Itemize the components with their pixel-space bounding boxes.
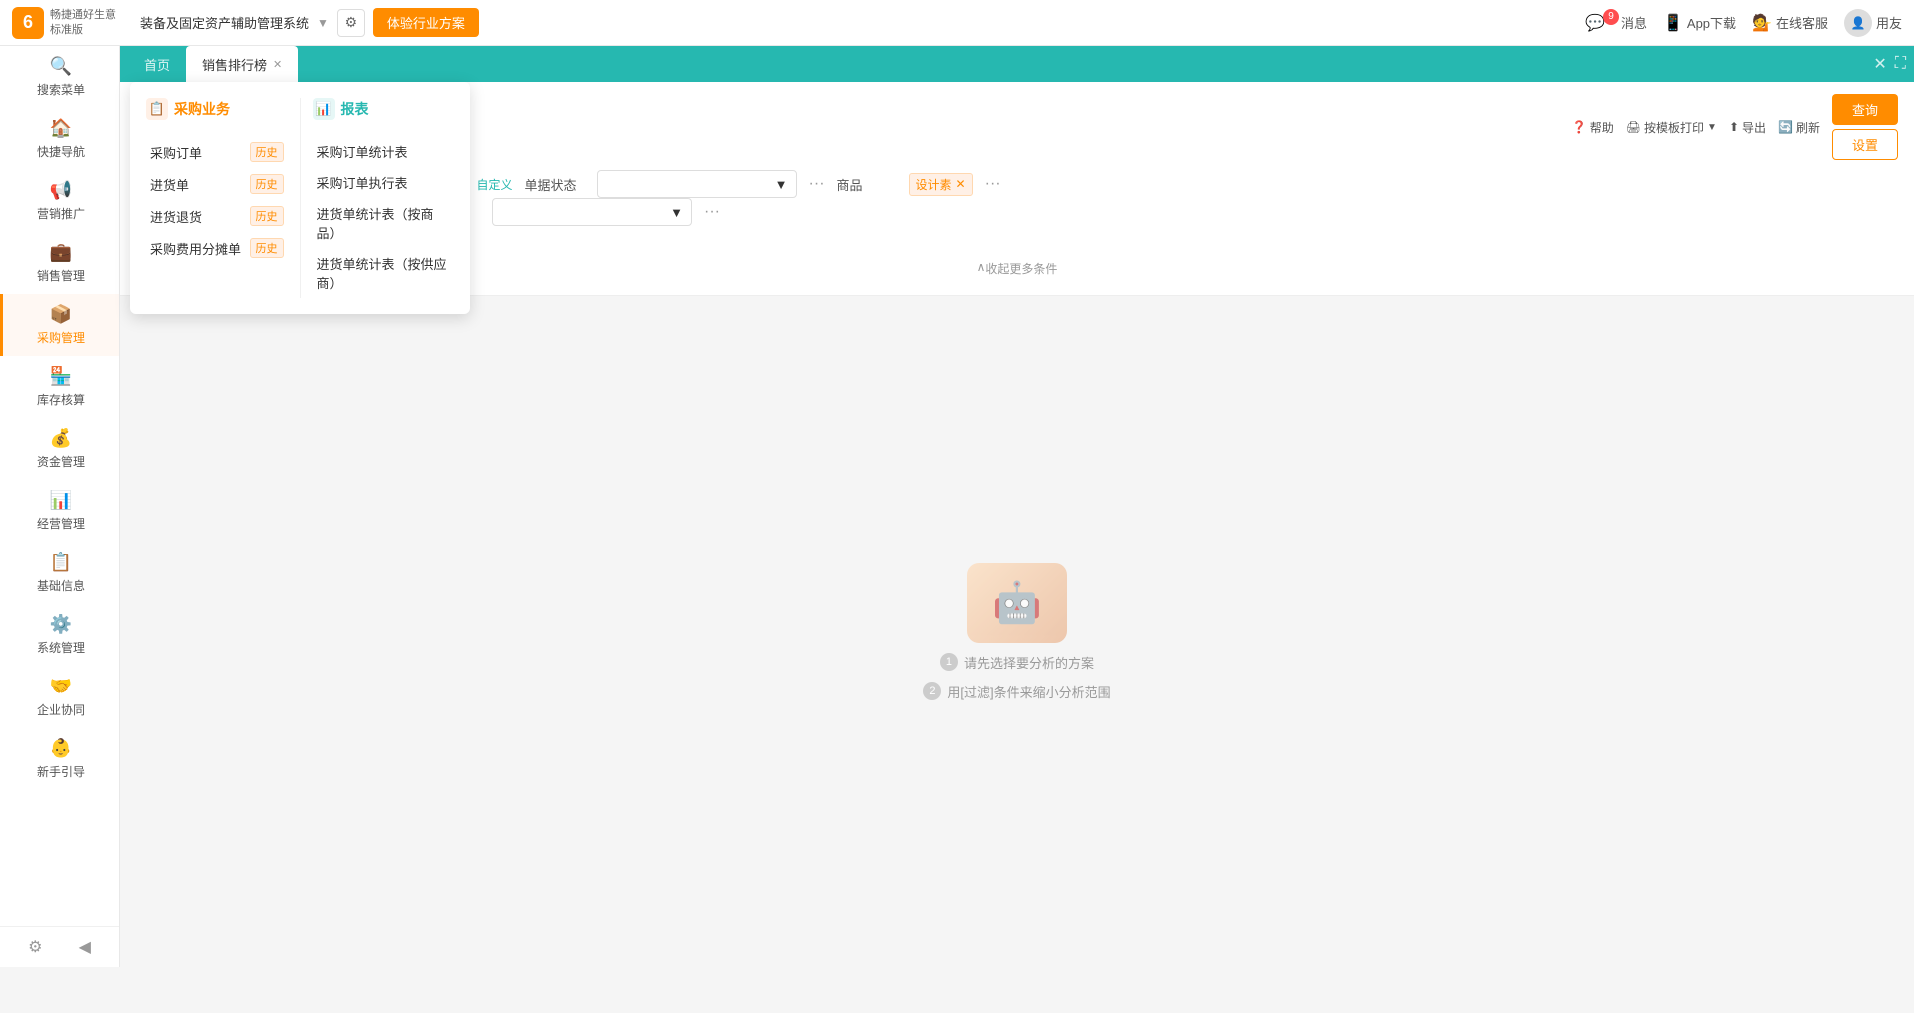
finance-icon: 💰 bbox=[50, 428, 72, 449]
custom-link[interactable]: 自定义 bbox=[477, 176, 513, 193]
refresh-icon: 🔄 bbox=[1778, 120, 1793, 134]
tab-close-icon[interactable]: ✕ bbox=[273, 58, 282, 71]
industry-button[interactable]: 体验行业方案 bbox=[373, 8, 479, 37]
purchase-dropdown-menu: 📋 采购业务 采购订单 历史 进货单 历史 进货退货 历史 采购费用分摊单 历史 bbox=[130, 82, 470, 314]
sidebar-item-guide[interactable]: 👶 新手引导 bbox=[0, 728, 119, 790]
window-close-icon[interactable]: ✕ bbox=[1873, 54, 1886, 74]
empty-hint-1: 1 请先选择要分析的方案 bbox=[940, 653, 1094, 672]
sales-icon: 💼 bbox=[50, 242, 72, 263]
query-button[interactable]: 查询 bbox=[1832, 94, 1898, 125]
dropdown-item-purchase-order[interactable]: 采购订单 历史 bbox=[146, 136, 288, 168]
dropdown-item-purchase-cost[interactable]: 采购费用分摊单 历史 bbox=[146, 232, 288, 264]
inventory-icon: 🏪 bbox=[50, 366, 72, 387]
sidebar-item-basic[interactable]: 📋 基础信息 bbox=[0, 542, 119, 604]
app-download-button[interactable]: 📱 App下载 bbox=[1663, 13, 1736, 33]
sidebar-item-search[interactable]: 🔍 搜索菜单 bbox=[0, 46, 119, 108]
dropdown-item-order-exec[interactable]: 采购订单执行表 bbox=[313, 167, 455, 198]
operation-icon: 📊 bbox=[50, 490, 72, 511]
print-icon: 🖨 bbox=[1626, 120, 1641, 134]
salesman-select[interactable]: ▼ bbox=[492, 198, 692, 226]
top-header: 6 畅捷通好生意 标准版 装备及固定资产辅助管理系统 ▼ ⚙ 体验行业方案 💬 … bbox=[0, 0, 1914, 46]
cooperation-icon: 🤝 bbox=[50, 676, 72, 697]
user-menu-button[interactable]: 👤 用友 bbox=[1844, 9, 1902, 37]
dropdown-divider bbox=[300, 98, 301, 298]
doc-status-select[interactable]: ▼ bbox=[597, 170, 797, 198]
window-maximize-icon[interactable]: ⛶ bbox=[1895, 55, 1906, 73]
tab-sales-rank[interactable]: 销售排行榜 ✕ bbox=[186, 46, 298, 82]
guide-icon: 👶 bbox=[50, 738, 72, 759]
sidebar-item-marketing[interactable]: 📢 营销推广 bbox=[0, 170, 119, 232]
logo-icon: 6 bbox=[12, 7, 44, 39]
sidebar-item-cooperation[interactable]: 🤝 企业协同 bbox=[0, 666, 119, 728]
home-icon: 🏠 bbox=[50, 118, 72, 139]
select-arrow-icon: ▼ bbox=[775, 177, 788, 192]
dropdown-arrow-icon[interactable]: ▼ bbox=[317, 16, 329, 30]
dropdown-item-order-stats[interactable]: 采购订单统计表 bbox=[313, 136, 455, 167]
purchase-col-icon: 📋 bbox=[146, 98, 168, 120]
sidebar-item-quick-nav[interactable]: 🏠 快捷导航 bbox=[0, 108, 119, 170]
dropdown-col-purchase: 📋 采购业务 采购订单 历史 进货单 历史 进货退货 历史 采购费用分摊单 历史 bbox=[146, 98, 288, 298]
goods-tag-close-icon[interactable]: ✕ bbox=[956, 177, 966, 191]
logo-text: 畅捷通好生意 标准版 bbox=[50, 8, 116, 37]
system-icon: ⚙️ bbox=[50, 614, 72, 635]
goods-label: 商品 bbox=[837, 175, 897, 194]
search-icon: 🔍 bbox=[50, 56, 72, 77]
sidebar-item-operation[interactable]: 📊 经营管理 bbox=[0, 480, 119, 542]
dropdown-col-report-header: 📊 报表 bbox=[313, 98, 455, 126]
sidebar-item-sales[interactable]: 💼 销售管理 bbox=[0, 232, 119, 294]
salesman-arrow-icon: ▼ bbox=[670, 205, 683, 220]
print-button[interactable]: 🖨 按模板打印 ▼ bbox=[1626, 119, 1717, 136]
sidebar-settings-icon[interactable]: ⚙ bbox=[28, 937, 42, 957]
logo-area: 6 畅捷通好生意 标准版 bbox=[12, 7, 132, 39]
help-icon: ❓ bbox=[1572, 120, 1587, 134]
goods-tag: 设计素 ✕ bbox=[909, 173, 973, 196]
hist-badge-return: 历史 bbox=[250, 206, 284, 226]
basic-icon: 📋 bbox=[50, 552, 72, 573]
empty-illustration: 🤖 bbox=[967, 563, 1067, 643]
sidebar-collapse-icon[interactable]: ◀ bbox=[79, 937, 91, 957]
hist-badge-purchase-order: 历史 bbox=[250, 142, 284, 162]
sidebar: 🔍 搜索菜单 🏠 快捷导航 📢 营销推广 💼 销售管理 📦 采购管理 🏪 库存核… bbox=[0, 46, 120, 967]
empty-state: 🤖 1 请先选择要分析的方案 2 用[过滤]条件来缩小分析范围 bbox=[120, 296, 1914, 967]
sidebar-item-purchase[interactable]: 📦 采购管理 bbox=[0, 294, 119, 356]
dropdown-col-purchase-header: 📋 采购业务 bbox=[146, 98, 288, 126]
salesman-more-icon[interactable]: ··· bbox=[704, 203, 720, 221]
goods-more-icon[interactable]: ··· bbox=[985, 175, 1001, 193]
doc-status-more-icon[interactable]: ··· bbox=[809, 175, 825, 193]
collapse-icon: ∧ bbox=[977, 260, 986, 277]
header-middle: 装备及固定资产辅助管理系统 ▼ ⚙ 体验行业方案 bbox=[132, 8, 1585, 37]
messages-button[interactable]: 💬 9 消息 bbox=[1585, 13, 1647, 33]
tab-bar: 首页 销售排行榜 ✕ ✕ ⛶ bbox=[120, 46, 1914, 82]
dropdown-item-receipt-stats-supplier[interactable]: 进货单统计表（按供应商） bbox=[313, 248, 455, 298]
marketing-icon: 📢 bbox=[50, 180, 72, 201]
dropdown-item-purchase-return[interactable]: 进货退货 历史 bbox=[146, 200, 288, 232]
export-icon: ⬆ bbox=[1729, 120, 1739, 134]
tab-home[interactable]: 首页 bbox=[128, 46, 186, 82]
help-button[interactable]: ❓ 帮助 bbox=[1572, 119, 1614, 136]
doc-status-label: 单据状态 bbox=[525, 175, 585, 194]
hist-badge-cost: 历史 bbox=[250, 238, 284, 258]
dropdown-item-receipt-stats-goods[interactable]: 进货单统计表（按商品） bbox=[313, 198, 455, 248]
sidebar-item-inventory[interactable]: 🏪 库存核算 bbox=[0, 356, 119, 418]
dropdown-cols: 📋 采购业务 采购订单 历史 进货单 历史 进货退货 历史 采购费用分摊单 历史 bbox=[146, 98, 454, 298]
settings-icon[interactable]: ⚙ bbox=[337, 9, 365, 37]
print-dropdown-icon[interactable]: ▼ bbox=[1707, 122, 1717, 133]
export-button[interactable]: ⬆ 导出 bbox=[1729, 119, 1766, 136]
window-buttons: ✕ ⛶ bbox=[1873, 54, 1906, 74]
sidebar-item-finance[interactable]: 💰 资金管理 bbox=[0, 418, 119, 480]
user-avatar: 👤 bbox=[1844, 9, 1872, 37]
online-service-button[interactable]: 💁 在线客服 bbox=[1752, 13, 1828, 33]
sidebar-item-system[interactable]: ⚙️ 系统管理 bbox=[0, 604, 119, 666]
sidebar-bottom: ⚙ ◀ bbox=[0, 926, 119, 967]
empty-hint-2: 2 用[过滤]条件来缩小分析范围 bbox=[923, 682, 1110, 701]
set-button[interactable]: 设置 bbox=[1832, 129, 1898, 160]
dropdown-col-report: 📊 报表 采购订单统计表 采购订单执行表 进货单统计表（按商品） 进货单统计表（… bbox=[313, 98, 455, 298]
report-col-icon: 📊 bbox=[313, 98, 335, 120]
purchase-icon: 📦 bbox=[50, 304, 72, 325]
hist-badge-receipt: 历史 bbox=[250, 174, 284, 194]
system-title: 装备及固定资产辅助管理系统 bbox=[140, 13, 309, 32]
refresh-button[interactable]: 🔄 刷新 bbox=[1778, 119, 1820, 136]
dropdown-item-purchase-receipt[interactable]: 进货单 历史 bbox=[146, 168, 288, 200]
header-right: 💬 9 消息 📱 App下载 💁 在线客服 👤 用友 bbox=[1585, 9, 1902, 37]
